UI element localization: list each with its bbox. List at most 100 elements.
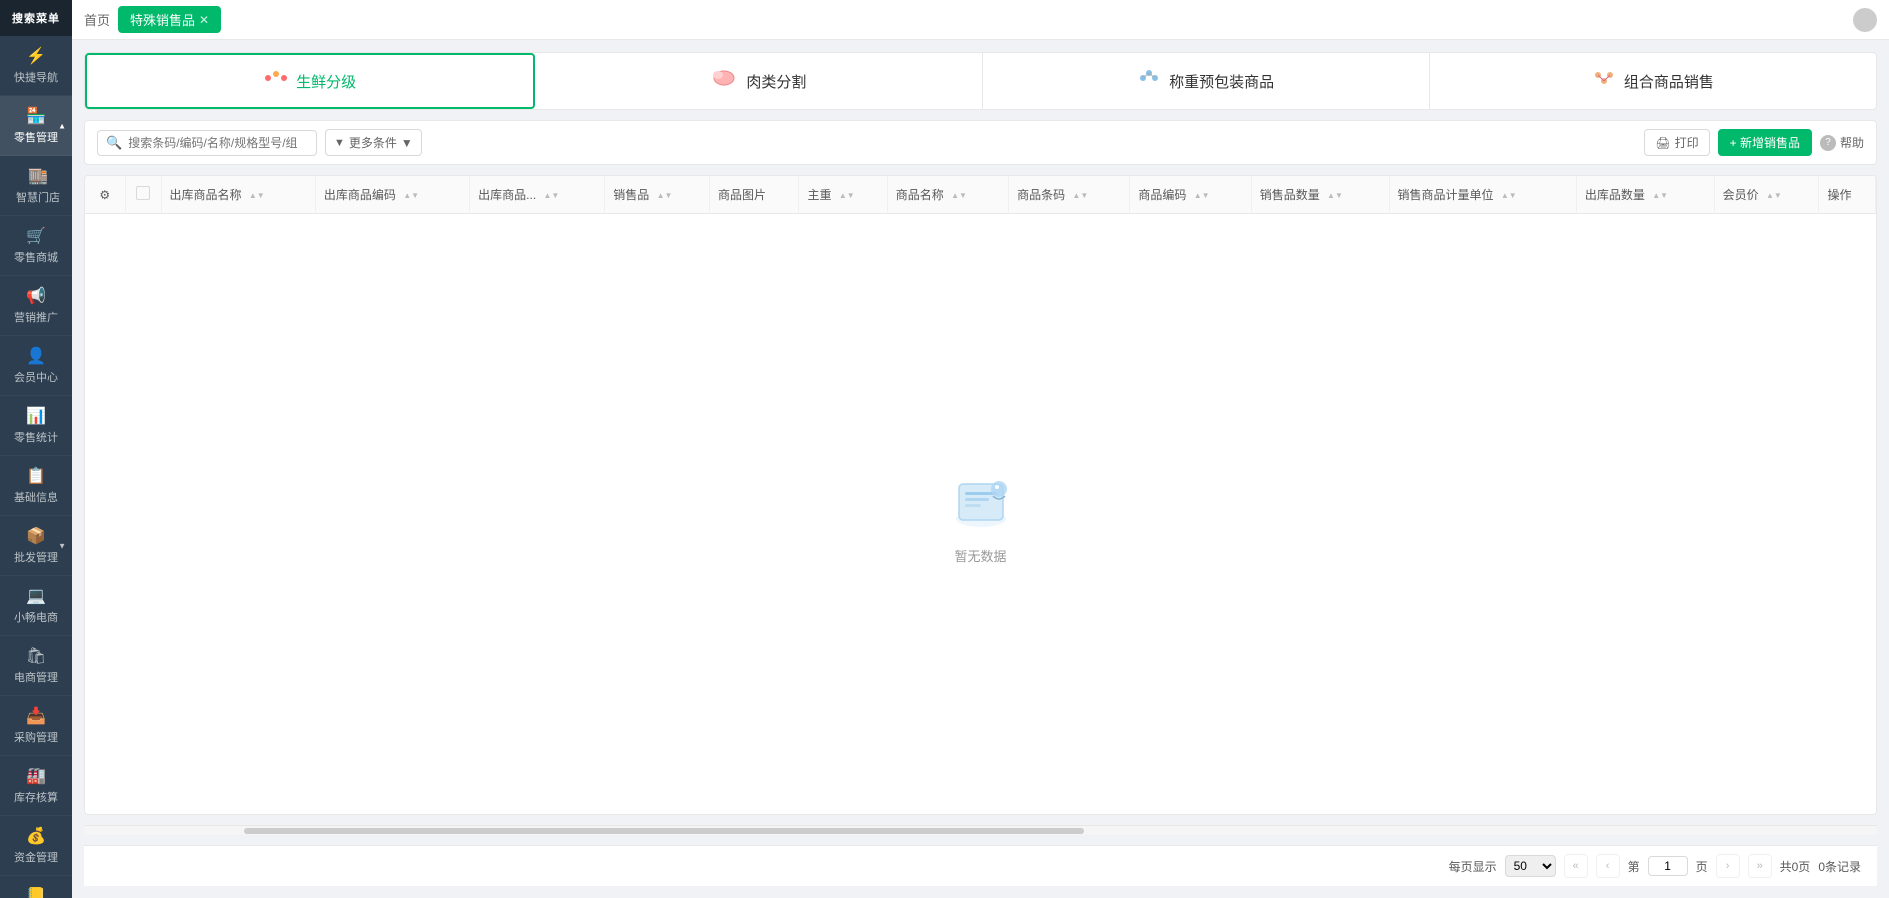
column-settings-icon[interactable]: ⚙: [99, 188, 110, 202]
retail-mall-icon: 🛒: [26, 226, 46, 246]
batch-mgmt-icon: 📦: [26, 526, 46, 546]
active-tab[interactable]: 特殊销售品 ✕: [118, 6, 221, 33]
horizontal-scrollbar[interactable]: [84, 825, 1877, 835]
sidebar-item-smart-store[interactable]: 🏬 智慧门店: [0, 156, 72, 216]
breadcrumb-home[interactable]: 首页: [84, 10, 110, 29]
print-label: 打印: [1675, 134, 1699, 151]
sort-icon[interactable]: ▲▼: [544, 191, 560, 200]
th-out-code[interactable]: 出库商品编码 ▲▼: [315, 176, 469, 214]
sidebar-item-retail-stats[interactable]: 📊 零售统计: [0, 396, 72, 456]
sidebar-item-label: 营销推广: [14, 309, 58, 325]
next-page-btn[interactable]: ›: [1716, 854, 1740, 878]
sidebar-item-finance[interactable]: 💰 资金管理: [0, 816, 72, 876]
select-all-checkbox[interactable]: [136, 186, 150, 200]
th-main-weight[interactable]: 主重 ▲▼: [799, 176, 887, 214]
sort-icon[interactable]: ▲▼: [1766, 191, 1782, 200]
sort-icon[interactable]: ▲▼: [1194, 191, 1210, 200]
new-product-button[interactable]: + 新增销售品: [1718, 129, 1812, 156]
sidebar-item-general-ledger[interactable]: 📒 总账管理: [0, 876, 72, 898]
th-out-name-label: 出库商品名称: [170, 188, 242, 202]
th-out-spec-label: 出库商品...: [478, 188, 536, 202]
sidebar-item-retail-mall[interactable]: 🛒 零售商城: [0, 216, 72, 276]
search-input[interactable]: [128, 136, 298, 150]
th-sale-qty[interactable]: 销售品数量 ▲▼: [1251, 176, 1389, 214]
table-header-row: ⚙ 出库商品名称 ▲▼ 出库商品编码 ▲▼: [85, 176, 1876, 214]
th-check[interactable]: [125, 176, 161, 214]
sidebar-item-label: 零售管理: [14, 129, 58, 145]
member-center-icon: 👤: [26, 346, 46, 366]
cat-tab-weight-pkg[interactable]: 称重预包装商品: [983, 53, 1430, 109]
first-page-btn[interactable]: «: [1564, 854, 1588, 878]
cat-tab-combo-sales[interactable]: 组合商品销售: [1430, 53, 1876, 109]
sidebar-item-ecom-mgmt[interactable]: 🛍 电商管理: [0, 636, 72, 696]
prev-page-btn[interactable]: ‹: [1596, 854, 1620, 878]
cat-tab-meat-split-label: 肉类分割: [746, 71, 806, 92]
th-member-price[interactable]: 会员价 ▲▼: [1714, 176, 1819, 214]
cat-tab-fresh-grade[interactable]: 生鲜分级: [85, 53, 535, 109]
th-prod-name[interactable]: 商品名称 ▲▼: [887, 176, 1008, 214]
sidebar-item-batch-mgmt[interactable]: 📦 批发管理: [0, 516, 72, 576]
sidebar-item-marketing[interactable]: 📢 营销推广: [0, 276, 72, 336]
total-records-label: 0条记录: [1818, 858, 1861, 875]
filter-btn[interactable]: ▼ 更多条件 ▼: [325, 129, 422, 156]
page-input[interactable]: [1648, 856, 1688, 876]
print-button[interactable]: 🖨 打印: [1644, 129, 1709, 156]
th-sale-prod[interactable]: 销售品 ▲▼: [605, 176, 710, 214]
sidebar-item-label: 库存核算: [14, 789, 58, 805]
sidebar-item-retail-mgmt[interactable]: 🏪 零售管理: [0, 96, 72, 156]
mini-ecom-icon: 💻: [26, 586, 46, 606]
sort-icon[interactable]: ▲▼: [1327, 191, 1343, 200]
sidebar-item-member-center[interactable]: 👤 会员中心: [0, 336, 72, 396]
sidebar-item-basic-info[interactable]: 📋 基础信息: [0, 456, 72, 516]
sort-icon[interactable]: ▲▼: [951, 191, 967, 200]
user-avatar[interactable]: [1853, 8, 1877, 32]
th-sale-qty-label: 销售品数量: [1260, 188, 1320, 202]
sort-icon[interactable]: ▲▼: [657, 191, 673, 200]
sidebar-item-label: 智慧门店: [16, 189, 60, 205]
sidebar-item-mini-ecom[interactable]: 💻 小畅电商: [0, 576, 72, 636]
sort-icon[interactable]: ▲▼: [1652, 191, 1668, 200]
sidebar-item-purchase-mgmt[interactable]: 📥 采购管理: [0, 696, 72, 756]
tab-close-icon[interactable]: ✕: [199, 13, 209, 27]
last-page-btn[interactable]: »: [1748, 854, 1772, 878]
scrollbar-thumb[interactable]: [244, 828, 1084, 834]
filter-arrow-icon: ▼: [401, 136, 413, 150]
help-button[interactable]: ? 帮助: [1820, 134, 1864, 151]
sidebar-item-quick-nav[interactable]: ⚡ 快捷导航: [0, 36, 72, 96]
th-out-qty[interactable]: 出库品数量 ▲▼: [1576, 176, 1714, 214]
th-main-weight-label: 主重: [807, 188, 831, 202]
th-gear[interactable]: ⚙: [85, 176, 125, 214]
cat-tab-fresh-grade-label: 生鲜分级: [296, 71, 356, 92]
first-page-icon: «: [1573, 860, 1579, 872]
topbar: 首页 特殊销售品 ✕: [72, 0, 1889, 40]
th-prod-code[interactable]: 商品编码 ▲▼: [1130, 176, 1251, 214]
sidebar-item-label: 快捷导航: [14, 69, 58, 85]
search-box[interactable]: 🔍: [97, 130, 317, 156]
th-out-spec[interactable]: 出库商品... ▲▼: [470, 176, 605, 214]
th-prod-code-label: 商品编码: [1138, 188, 1186, 202]
help-label: 帮助: [1840, 134, 1864, 151]
empty-text: 暂无数据: [954, 546, 1006, 565]
sidebar-logo[interactable]: 搜索菜单: [0, 0, 72, 36]
cat-tab-meat-split[interactable]: 肉类分割: [535, 53, 982, 109]
th-prod-barcode-label: 商品条码: [1017, 188, 1065, 202]
th-action-label: 操作: [1827, 188, 1851, 202]
sidebar-item-inventory[interactable]: 🏭 库存核算: [0, 756, 72, 816]
th-sale-unit[interactable]: 销售商品计量单位 ▲▼: [1389, 176, 1576, 214]
smart-store-icon: 🏬: [28, 166, 48, 186]
th-prod-img[interactable]: 商品图片: [710, 176, 799, 214]
sidebar-item-label: 电商管理: [14, 669, 58, 685]
sidebar-item-label: 小畅电商: [14, 609, 58, 625]
sort-icon[interactable]: ▲▼: [249, 191, 265, 200]
th-member-price-label: 会员价: [1723, 188, 1759, 202]
th-out-name[interactable]: 出库商品名称 ▲▼: [161, 176, 315, 214]
active-tab-label: 特殊销售品: [130, 10, 195, 29]
sort-icon[interactable]: ▲▼: [1501, 191, 1517, 200]
th-prod-barcode[interactable]: 商品条码 ▲▼: [1009, 176, 1130, 214]
sort-icon[interactable]: ▲▼: [839, 191, 855, 200]
filter-icon: ▼: [334, 137, 345, 149]
sort-icon[interactable]: ▲▼: [403, 191, 419, 200]
per-page-select[interactable]: 10 20 50 100: [1505, 855, 1556, 877]
fresh-grade-icon: [264, 69, 288, 93]
sort-icon[interactable]: ▲▼: [1072, 191, 1088, 200]
